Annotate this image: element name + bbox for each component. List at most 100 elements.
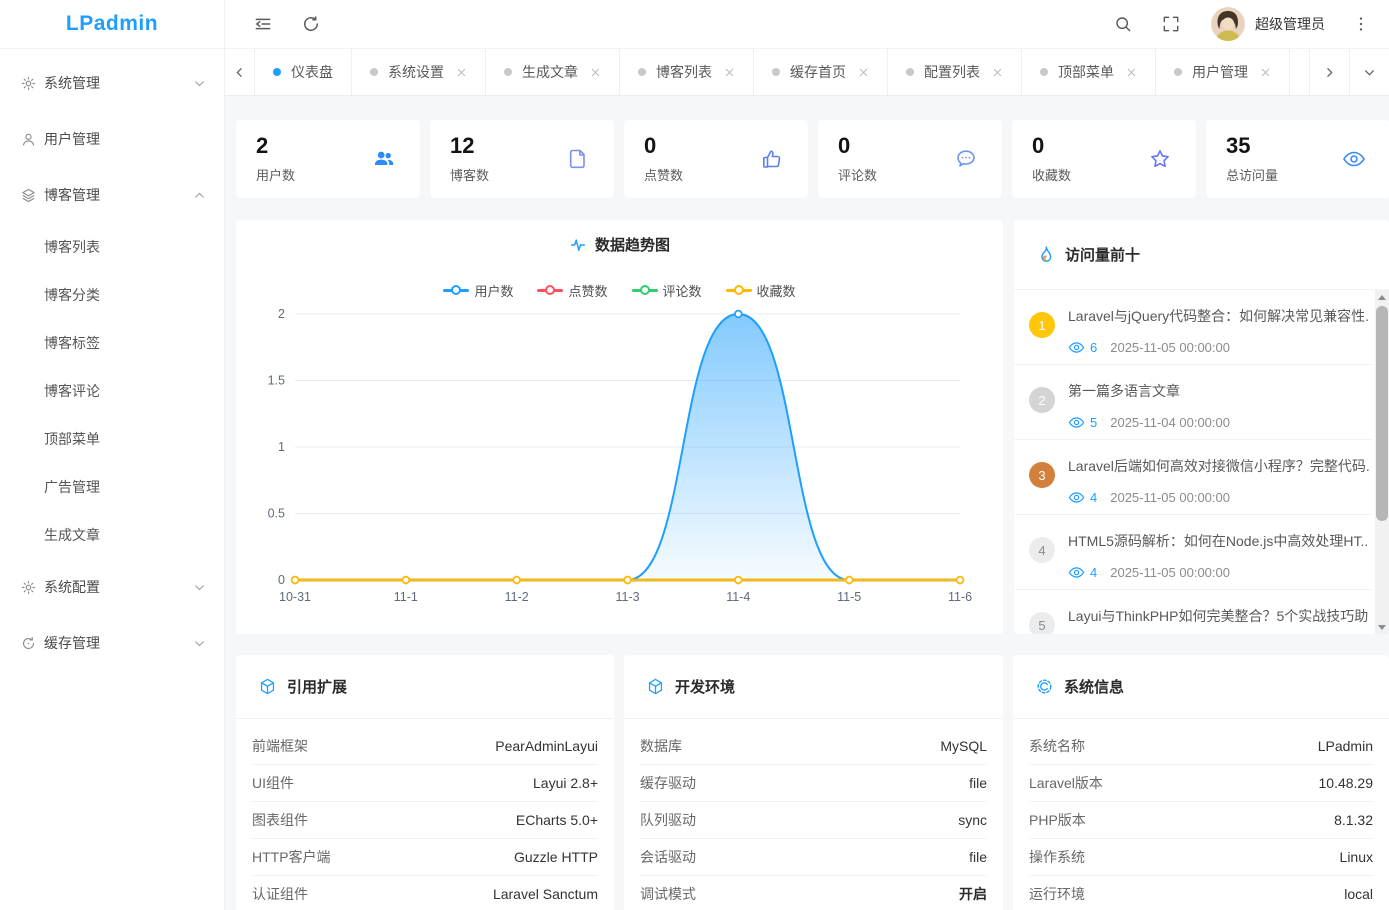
stat-label: 总访问量 bbox=[1226, 168, 1279, 184]
collapse-sidebar-icon[interactable] bbox=[253, 14, 273, 34]
info-rows: 系统名称 LPadmin Laravel版本 10.48.29 PHP版本 8.1.32 操… bbox=[1013, 719, 1389, 910]
visit-item-4[interactable]: 5 Layui与ThinkPHP如何完美整合？5个实战技巧助...42025-11… bbox=[1014, 590, 1373, 634]
tab-close-icon[interactable] bbox=[724, 67, 735, 78]
visit-body: HTML5源码解析：如何在Node.js中高效处理HT... 4 2025-11-0… bbox=[1068, 528, 1369, 589]
sidebar-item-label: 博客管理 bbox=[44, 187, 100, 203]
username[interactable]: 超级管理员 bbox=[1255, 14, 1325, 34]
sidebar-item-8[interactable]: 广告管理 bbox=[0, 463, 224, 511]
info-panel-header: 系统信息 bbox=[1013, 655, 1389, 719]
star-icon bbox=[1148, 147, 1172, 171]
info-panel-header: 开发环境 bbox=[624, 655, 1003, 719]
rank-badge: 4 bbox=[1029, 537, 1055, 563]
tab-bar: 仪表盘 系统设置 生成文章 博客列表 缓存首页 配置列表 顶部菜单 用户管理 bbox=[225, 49, 1389, 96]
gear-circle-icon bbox=[1035, 677, 1054, 696]
tab-3[interactable]: 博客列表 bbox=[620, 49, 754, 95]
tab-2[interactable]: 生成文章 bbox=[486, 49, 620, 95]
info-row-value: local bbox=[1344, 886, 1373, 902]
sidebar-item-5[interactable]: 博客标签 bbox=[0, 319, 224, 367]
visit-item-3[interactable]: 4 HTML5源码解析：如何在Node.js中高效处理HT... 4 2025-11-… bbox=[1014, 515, 1373, 590]
info-row-value: ECharts 5.0+ bbox=[515, 812, 598, 828]
stat-value: 12 bbox=[450, 132, 475, 158]
info-row-value: file bbox=[969, 775, 987, 791]
legend-item-3[interactable]: 收藏数 bbox=[725, 282, 796, 299]
info-panel-title: 引用扩展 bbox=[287, 679, 348, 696]
stat-value: 0 bbox=[838, 132, 851, 158]
info-row: 运行环境 local bbox=[1029, 876, 1373, 910]
scrollbar-up-arrow[interactable] bbox=[1375, 290, 1389, 304]
legend-item-2[interactable]: 评论数 bbox=[631, 282, 702, 299]
stat-texts: 0 点赞数 bbox=[644, 132, 683, 184]
info-row-value: Guzzle HTTP bbox=[513, 849, 598, 865]
tab-close-icon[interactable] bbox=[1260, 67, 1271, 78]
scrollbar-thumb[interactable] bbox=[1376, 306, 1388, 521]
chevron-up-icon bbox=[193, 189, 206, 202]
info-row-label: 会话驱动 bbox=[640, 849, 696, 865]
search-icon[interactable] bbox=[1113, 14, 1133, 34]
more-menu-icon[interactable] bbox=[1351, 14, 1371, 34]
dashboard-content: 2 用户数 12 博客数 0 点赞数 0 评论数 0 收藏数 35 总访问量 数据趋势图 用户数 点赞数… bbox=[225, 96, 1389, 910]
tab-close-icon[interactable] bbox=[456, 67, 467, 78]
tab-7[interactable]: 用户管理 bbox=[1156, 49, 1290, 95]
gear-icon bbox=[20, 579, 37, 596]
visit-title: 第一篇多语言文章 bbox=[1068, 383, 1180, 399]
middle-row: 数据趋势图 用户数 点赞数 评论数 收藏数 0 0.5 1 1.5 2 10-31 11-1 11-… bbox=[236, 220, 1389, 634]
sidebar-item-label: 博客分类 bbox=[44, 287, 100, 303]
sidebar-item-6[interactable]: 博客评论 bbox=[0, 367, 224, 415]
tab-4[interactable]: 缓存首页 bbox=[754, 49, 888, 95]
scrollbar-down-arrow[interactable] bbox=[1375, 620, 1389, 634]
stat-card-2: 0 点赞数 bbox=[624, 120, 808, 198]
refresh-page-icon[interactable] bbox=[301, 14, 321, 34]
header-right-group: 超级管理员 bbox=[1099, 7, 1375, 41]
stat-card-1: 12 博客数 bbox=[430, 120, 614, 198]
visit-item-1[interactable]: 2 第一篇多语言文章 5 2025-11-04 00:00:00 bbox=[1014, 365, 1373, 440]
tab-close-icon[interactable] bbox=[590, 67, 601, 78]
top-visits-list: 1 Laravel与jQuery代码整合：如何解决常见兼容性... 6 2025-11… bbox=[1014, 290, 1389, 634]
visit-item-2[interactable]: 3 Laravel后端如何高效对接微信小程序？完整代码... 4 2025-11-05… bbox=[1014, 440, 1373, 515]
tab-status-dot bbox=[370, 68, 378, 76]
sidebar-item-0[interactable]: 系统管理 bbox=[0, 55, 224, 111]
sidebar-item-9[interactable]: 生成文章 bbox=[0, 511, 224, 559]
info-row-label: Laravel版本 bbox=[1029, 775, 1103, 791]
info-row: 前端框架 PearAdminLayui bbox=[252, 728, 598, 765]
sidebar-item-11[interactable]: 缓存管理 bbox=[0, 615, 224, 671]
sidebar-item-4[interactable]: 博客分类 bbox=[0, 271, 224, 319]
stat-label: 收藏数 bbox=[1032, 168, 1072, 184]
tab-close-icon[interactable] bbox=[992, 67, 1003, 78]
sidebar-item-label: 顶部菜单 bbox=[44, 431, 100, 447]
sidebar-item-3[interactable]: 博客列表 bbox=[0, 223, 224, 271]
svg-text:11-5: 11-5 bbox=[837, 590, 861, 604]
stat-value: 0 bbox=[644, 132, 657, 158]
info-row: 认证组件 Laravel Sanctum bbox=[252, 876, 598, 910]
sidebar-item-1[interactable]: 用户管理 bbox=[0, 111, 224, 167]
info-rows: 前端框架 PearAdminLayui UI组件 Layui 2.8+ 图表组件 ECha… bbox=[236, 719, 614, 910]
tab-status-dot bbox=[638, 68, 646, 76]
tab-6[interactable]: 顶部菜单 bbox=[1022, 49, 1156, 95]
tabs-scroll-left-button[interactable] bbox=[225, 49, 255, 95]
tab-close-icon[interactable] bbox=[1126, 67, 1137, 78]
tab-label: 顶部菜单 bbox=[1058, 64, 1114, 80]
svg-text:0.5: 0.5 bbox=[268, 507, 285, 521]
svg-text:1: 1 bbox=[278, 440, 285, 454]
tab-5[interactable]: 配置列表 bbox=[888, 49, 1022, 95]
sidebar-item-10[interactable]: 系统配置 bbox=[0, 559, 224, 615]
sidebar-item-7[interactable]: 顶部菜单 bbox=[0, 415, 224, 463]
avatar[interactable] bbox=[1211, 7, 1245, 41]
tabs-scroll-right-button[interactable] bbox=[1309, 49, 1349, 95]
fullscreen-icon[interactable] bbox=[1161, 14, 1181, 34]
list-scrollbar[interactable] bbox=[1375, 290, 1389, 634]
sidebar-item-2[interactable]: 博客管理 bbox=[0, 167, 224, 223]
svg-text:11-3: 11-3 bbox=[615, 590, 639, 604]
legend-item-1[interactable]: 点赞数 bbox=[537, 282, 608, 299]
tab-1[interactable]: 系统设置 bbox=[352, 49, 486, 95]
rank-badge: 5 bbox=[1029, 612, 1055, 634]
sidebar-item-label: 博客列表 bbox=[44, 239, 100, 255]
tab-label: 生成文章 bbox=[522, 64, 578, 80]
info-row: 队列驱动 sync bbox=[640, 802, 987, 839]
legend-item-0[interactable]: 用户数 bbox=[443, 282, 513, 299]
stat-texts: 35 总访问量 bbox=[1226, 133, 1279, 184]
tab-close-icon[interactable] bbox=[858, 67, 869, 78]
visit-views: 4 bbox=[1090, 565, 1098, 580]
tab-0[interactable]: 仪表盘 bbox=[255, 49, 352, 95]
visit-item-0[interactable]: 1 Laravel与jQuery代码整合：如何解决常见兼容性... 6 2025-11… bbox=[1014, 290, 1373, 365]
tabs-dropdown-button[interactable] bbox=[1349, 49, 1389, 95]
